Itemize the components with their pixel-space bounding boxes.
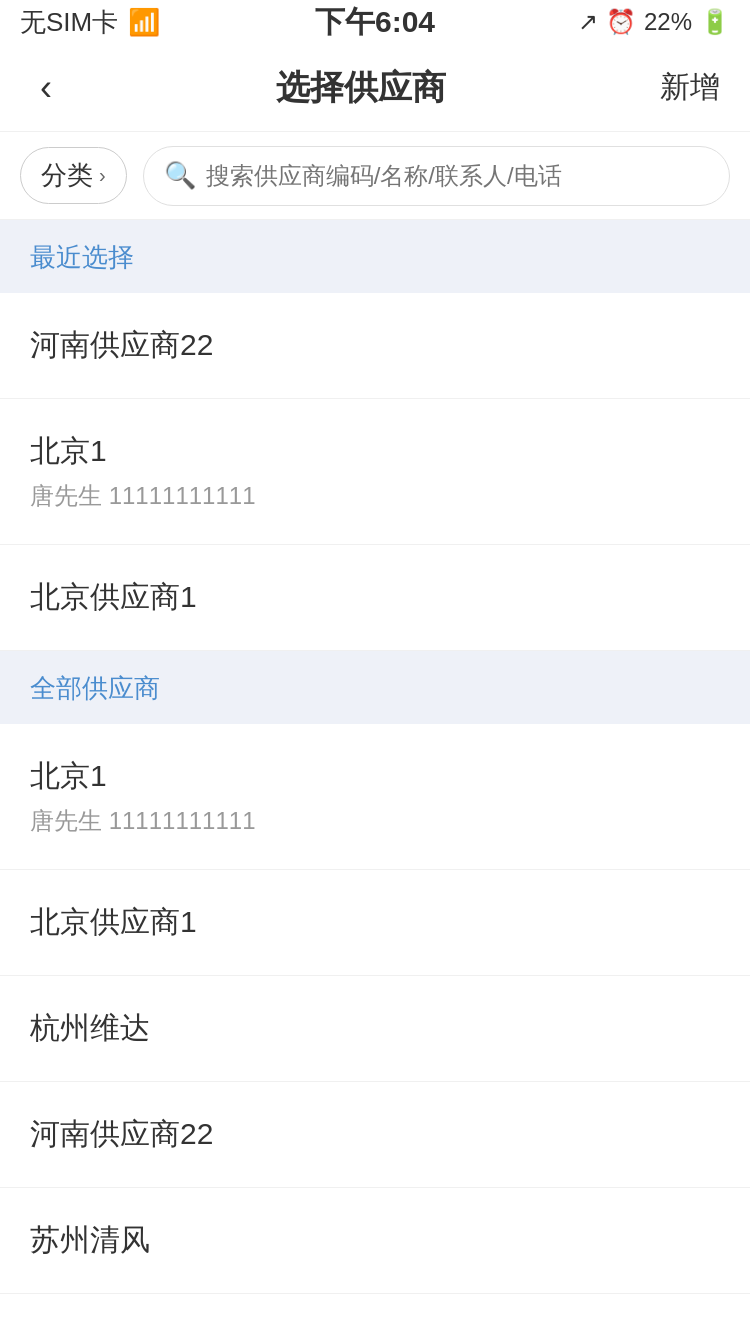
alarm-icon: ⏰ [606, 8, 636, 36]
item-name: 北京供应商1 [30, 577, 720, 618]
status-left: 无SIM卡 📶 [20, 5, 160, 40]
item-name: 河南供应商22 [30, 325, 720, 366]
all-items-list: 北京1 唐先生 11111111111 北京供应商1 杭州维达河南供应商22 苏州清风 [0, 724, 750, 1294]
chevron-right-icon: › [99, 164, 106, 187]
all-section-header: 全部供应商 [0, 651, 750, 724]
item-sub: 唐先生 11111111111 [30, 805, 720, 837]
search-icon: 🔍 [164, 160, 196, 191]
item-sub: 唐先生 11111111111 [30, 480, 720, 512]
item-name: 北京1 [30, 431, 720, 472]
item-name: 河南供应商22 [30, 1114, 720, 1155]
all-section-label: 全部供应商 [30, 673, 160, 703]
list-item[interactable]: 北京供应商1 [0, 870, 750, 976]
list-item[interactable]: 苏州清风 [0, 1188, 750, 1294]
category-label: 分类 [41, 158, 93, 193]
item-name: 北京供应商1 [30, 902, 720, 943]
page-title: 选择供应商 [276, 65, 446, 111]
wifi-icon: 📶 [128, 7, 160, 38]
list-item[interactable]: 北京供应商1 [0, 545, 750, 651]
search-box[interactable]: 🔍 [143, 146, 730, 206]
back-button[interactable]: ‹ [30, 57, 62, 119]
recent-items-list: 河南供应商22 北京1 唐先生 11111111111 北京供应商1 [0, 293, 750, 651]
item-name: 苏州清风 [30, 1220, 720, 1261]
category-button[interactable]: 分类 › [20, 147, 127, 204]
status-time: 下午6:04 [315, 2, 435, 43]
filter-bar: 分类 › 🔍 [0, 132, 750, 220]
battery-icon: 🔋 [700, 8, 730, 36]
search-input[interactable] [206, 162, 709, 190]
item-name: 杭州维达 [30, 1008, 720, 1049]
recent-section-label: 最近选择 [30, 242, 134, 272]
status-bar: 无SIM卡 📶 下午6:04 ↗ ⏰ 22% 🔋 [0, 0, 750, 44]
list-item[interactable]: 北京1 唐先生 11111111111 [0, 399, 750, 545]
list-item[interactable]: 杭州维达 [0, 976, 750, 1082]
list-item[interactable]: 河南供应商22 [0, 293, 750, 399]
item-name: 北京1 [30, 756, 720, 797]
recent-section-header: 最近选择 [0, 220, 750, 293]
status-right: ↗ ⏰ 22% 🔋 [578, 8, 730, 36]
battery-text: 22% [644, 8, 692, 36]
location-icon: ↗ [578, 8, 598, 36]
nav-bar: ‹ 选择供应商 新增 [0, 44, 750, 132]
add-button[interactable]: 新增 [660, 67, 720, 108]
list-item[interactable]: 北京1 唐先生 11111111111 [0, 724, 750, 870]
carrier-text: 无SIM卡 [20, 5, 118, 40]
list-item[interactable]: 河南供应商22 [0, 1082, 750, 1188]
